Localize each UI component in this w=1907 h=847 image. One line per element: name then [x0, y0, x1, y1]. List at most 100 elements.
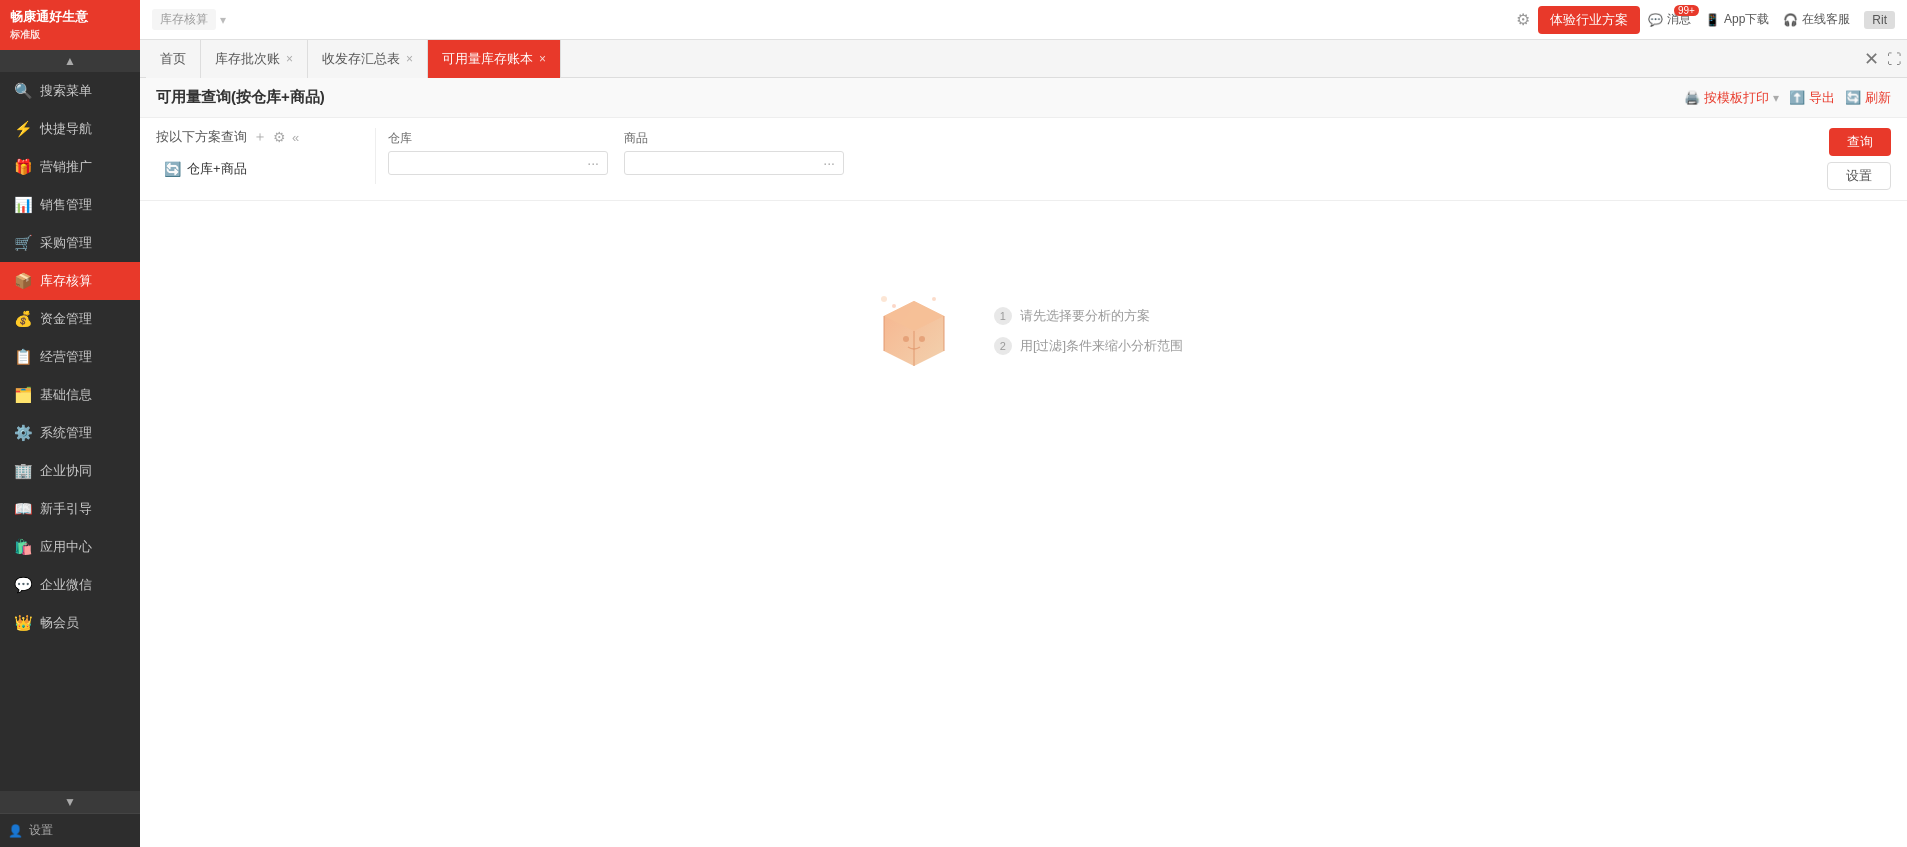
sales-icon: 📊	[14, 196, 32, 214]
sidebar-bottom[interactable]: 👤 设置	[0, 813, 140, 847]
industry-btn[interactable]: 体验行业方案	[1538, 6, 1640, 34]
export-btn[interactable]: ⬆️ 导出	[1789, 89, 1835, 107]
scheme-add-btn[interactable]: ＋	[253, 128, 267, 146]
basic-icon: 🗂️	[14, 386, 32, 404]
settings-btn[interactable]: 设置	[1827, 162, 1891, 190]
empty-hints: 1 请先选择要分析的方案 2 用[过滤]条件来缩小分析范围	[994, 307, 1183, 355]
goods-input[interactable]	[633, 156, 819, 171]
sidebar-bottom-label: 设置	[29, 822, 53, 839]
page-header: 可用量查询(按仓库+商品) 🖨️ 按模板打印 ▾ ⬆️ 导出 🔄 刷新	[140, 78, 1907, 118]
logo-sub: 标准版	[10, 28, 40, 42]
sidebar-item-purchase[interactable]: 🛒采购管理	[0, 224, 140, 262]
tab-close-available_ledger[interactable]: ×	[539, 52, 546, 66]
tab-batch_account[interactable]: 库存批次账×	[201, 40, 308, 78]
tab-label-home: 首页	[160, 50, 186, 68]
search-icon: 🔍	[14, 82, 32, 100]
system-icon: ⚙️	[14, 424, 32, 442]
breadcrumb: 库存核算	[152, 9, 216, 30]
hint-item-1: 1 请先选择要分析的方案	[994, 307, 1183, 325]
action-buttons: 查询 设置	[1827, 128, 1891, 190]
hint-item-2: 2 用[过滤]条件来缩小分析范围	[994, 337, 1183, 355]
newbie-icon: 📖	[14, 500, 32, 518]
refresh-icon: 🔄	[1845, 90, 1861, 105]
svg-point-8	[881, 296, 887, 302]
scheme-item-warehouse-goods[interactable]: 🔄 仓库+商品	[156, 154, 363, 184]
inventory-icon: 📦	[14, 272, 32, 290]
sidebar-item-member[interactable]: 👑畅会员	[0, 604, 140, 642]
sidebar-item-operation[interactable]: 📋经营管理	[0, 338, 140, 376]
scheme-header-label: 按以下方案查询	[156, 128, 247, 146]
headset-icon: 🎧	[1783, 13, 1798, 27]
wxwork-icon: 💬	[14, 576, 32, 594]
warehouse-more-btn[interactable]: ···	[587, 155, 599, 171]
goods-label: 商品	[624, 130, 844, 147]
sidebar-item-marketing[interactable]: 🎁营销推广	[0, 148, 140, 186]
online-service-item[interactable]: 🎧 在线客服	[1783, 11, 1850, 28]
tab-close-batch_account[interactable]: ×	[286, 52, 293, 66]
sidebar-item-wxwork[interactable]: 💬企业微信	[0, 566, 140, 604]
sidebar-item-label-purchase: 采购管理	[40, 234, 92, 252]
sidebar-item-basic[interactable]: 🗂️ 基础信息	[0, 376, 140, 414]
svg-point-5	[903, 336, 909, 342]
sidebar-item-label-newbie: 新手引导	[40, 500, 92, 518]
scheme-section: 按以下方案查询 ＋ ⚙ « 🔄 仓库+商品	[156, 128, 376, 184]
goods-more-btn[interactable]: ···	[823, 155, 835, 171]
sidebar-item-enterprise[interactable]: 🏢企业协同	[0, 452, 140, 490]
sidebar-item-label-inventory: 库存核算	[40, 272, 92, 290]
sidebar-item-system[interactable]: ⚙️系统管理	[0, 414, 140, 452]
sidebar-item-label-basic: 基础信息	[40, 386, 92, 404]
breadcrumb-arrow-icon: ▾	[220, 13, 226, 27]
goods-input-wrapper: ···	[624, 151, 844, 175]
sidebar-scroll-down[interactable]: ▼	[0, 791, 140, 813]
tab-bar-close-btn[interactable]: ✕	[1864, 48, 1879, 70]
export-label: 导出	[1809, 89, 1835, 107]
top-bar: 库存核算 ▾ ⚙ 体验行业方案 💬 消息 99+ 📱 App下载 🎧 在线客服 …	[140, 0, 1907, 40]
sidebar-item-label-marketing: 营销推广	[40, 158, 92, 176]
sidebar-item-newbie[interactable]: 📖 新手引导	[0, 490, 140, 528]
empty-box-icon	[864, 281, 964, 381]
page-content: 可用量查询(按仓库+商品) 🖨️ 按模板打印 ▾ ⬆️ 导出 🔄 刷新	[140, 78, 1907, 847]
sidebar-item-sales[interactable]: 📊销售管理	[0, 186, 140, 224]
hint-num-1: 1	[994, 307, 1012, 325]
sidebar-item-label-search: 搜索菜单	[40, 82, 92, 100]
message-icon-item[interactable]: 💬 消息 99+	[1648, 11, 1691, 28]
warehouse-input-wrapper: ···	[388, 151, 608, 175]
sidebar-item-inventory[interactable]: 📦 库存核算	[0, 262, 140, 300]
tab-available_ledger[interactable]: 可用量库存账本×	[428, 40, 561, 78]
user-avatar[interactable]: Rit	[1864, 11, 1895, 29]
scheme-collapse-icon[interactable]: «	[292, 130, 299, 145]
print-btn[interactable]: 🖨️ 按模板打印 ▾	[1684, 89, 1779, 107]
filter-row: 仓库 ··· 商品 ···	[388, 128, 1815, 175]
gear-icon[interactable]: ⚙	[1516, 10, 1530, 29]
empty-state-content: 1 请先选择要分析的方案 2 用[过滤]条件来缩小分析范围	[864, 281, 1183, 381]
page-header-actions: 🖨️ 按模板打印 ▾ ⬆️ 导出 🔄 刷新	[1684, 89, 1891, 107]
sidebar-item-finance[interactable]: 💰资金管理	[0, 300, 140, 338]
warehouse-label: 仓库	[388, 130, 608, 147]
refresh-btn[interactable]: 🔄 刷新	[1845, 89, 1891, 107]
sidebar-item-search[interactable]: 🔍 搜索菜单	[0, 72, 140, 110]
scheme-item-icon: 🔄	[164, 161, 181, 177]
sidebar-item-label-operation: 经营管理	[40, 348, 92, 366]
sidebar-item-appstore[interactable]: 🛍️ 应用中心	[0, 528, 140, 566]
sidebar-scroll-up[interactable]: ▲	[0, 50, 140, 72]
tab-label-receipts_summary: 收发存汇总表	[322, 50, 400, 68]
scheme-settings-btn[interactable]: ⚙	[273, 129, 286, 145]
message-icon: 💬	[1648, 13, 1663, 27]
refresh-label: 刷新	[1865, 89, 1891, 107]
query-btn[interactable]: 查询	[1829, 128, 1891, 156]
sidebar-item-shortcut[interactable]: ⚡快捷导航	[0, 110, 140, 148]
tab-receipts_summary[interactable]: 收发存汇总表 ×	[308, 40, 428, 78]
tab-bar-expand-btn[interactable]: ⛶	[1887, 51, 1901, 67]
tab-home[interactable]: 首页	[146, 40, 201, 78]
query-panel: 按以下方案查询 ＋ ⚙ « 🔄 仓库+商品 仓库 ···	[140, 118, 1907, 201]
filter-field-warehouse: 仓库 ···	[388, 130, 608, 175]
sidebar-item-label-appstore: 应用中心	[40, 538, 92, 556]
top-bar-right: 💬 消息 99+ 📱 App下载 🎧 在线客服 Rit	[1648, 11, 1895, 29]
message-badge: 99+	[1674, 5, 1699, 16]
export-icon: ⬆️	[1789, 90, 1805, 105]
tab-close-receipts_summary[interactable]: ×	[406, 52, 413, 66]
sidebar-bottom-icon: 👤	[8, 824, 23, 838]
warehouse-input[interactable]	[397, 156, 583, 171]
appstore-icon: 🛍️	[14, 538, 32, 556]
app-download-item[interactable]: 📱 App下载	[1705, 11, 1769, 28]
